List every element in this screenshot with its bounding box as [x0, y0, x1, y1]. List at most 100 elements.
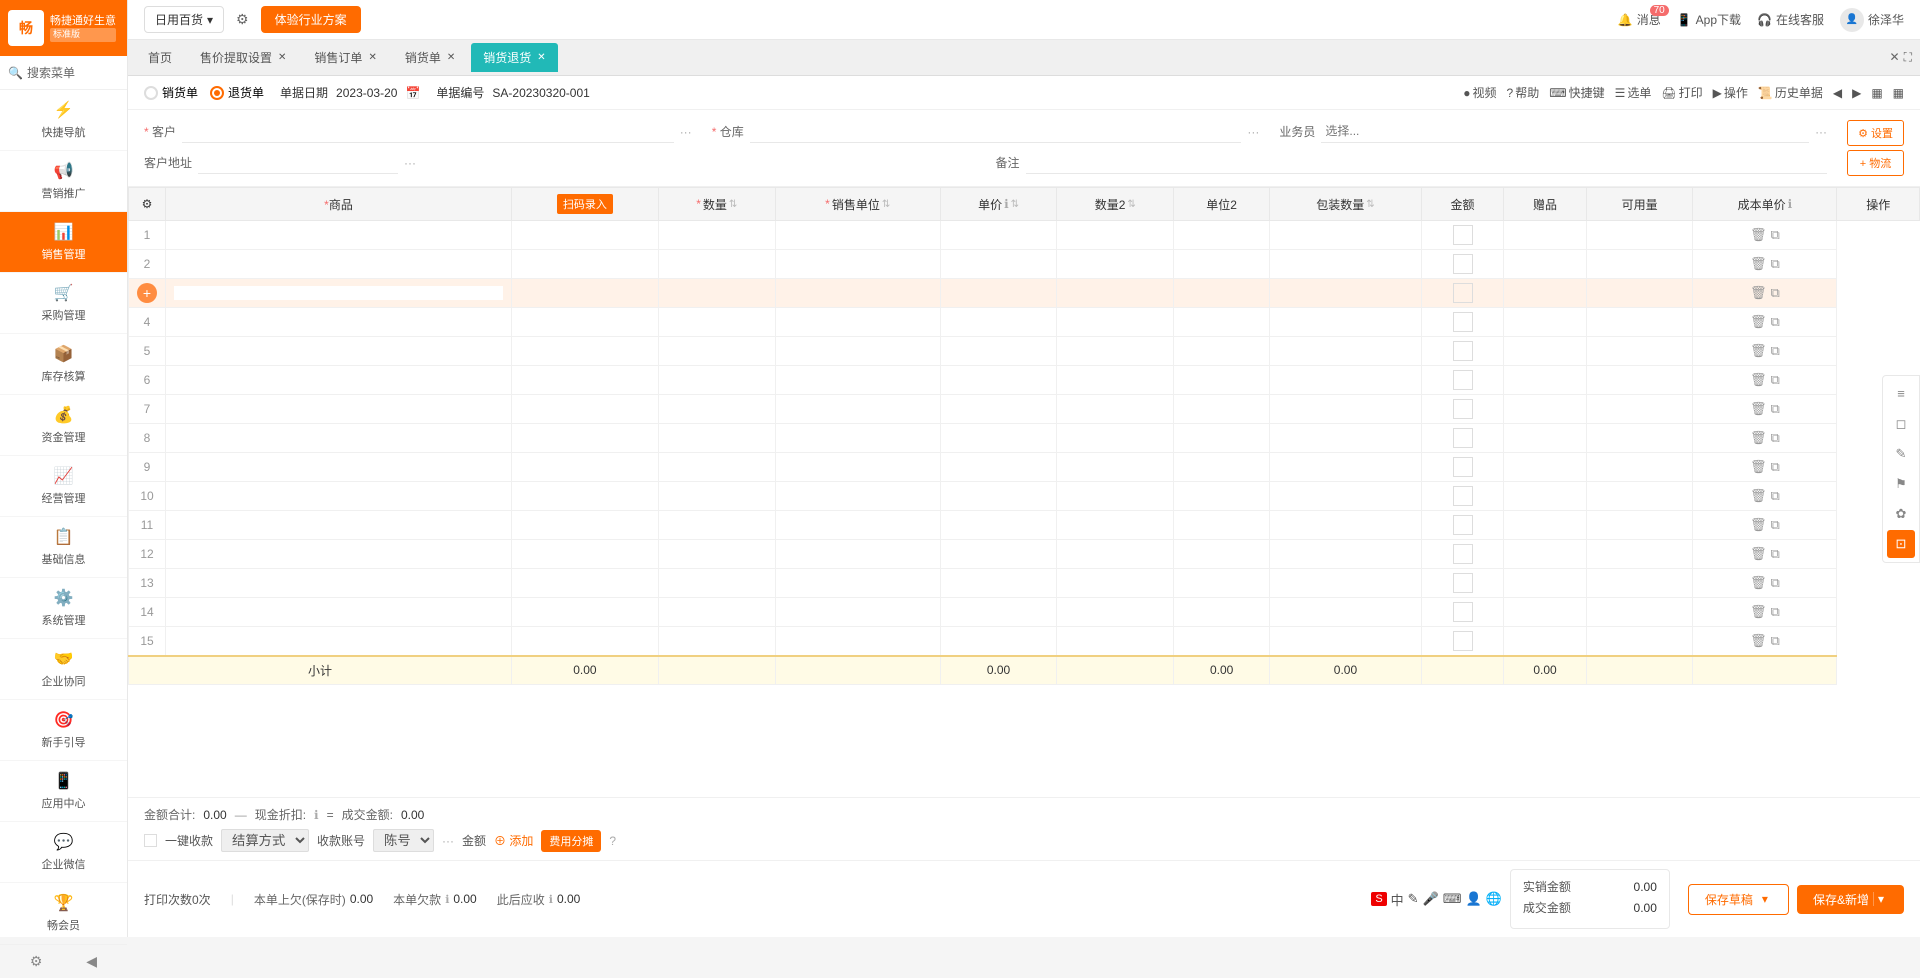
- amount-cell-13[interactable]: [1270, 569, 1422, 598]
- bottom-icon-4[interactable]: ⌨: [1443, 891, 1462, 907]
- unit2-cell-4[interactable]: [1057, 308, 1174, 337]
- product-input-14[interactable]: [174, 605, 503, 619]
- online-service-btn[interactable]: 🎧 在线客服: [1757, 11, 1824, 28]
- gift-check-14[interactable]: [1453, 602, 1473, 622]
- unit2-cell-3[interactable]: [1057, 279, 1174, 308]
- qty-cell-4[interactable]: [511, 308, 658, 337]
- gift-cell-15[interactable]: [1421, 627, 1504, 657]
- cash-discount-info[interactable]: ℹ: [314, 808, 319, 822]
- daily-select[interactable]: 日用百货 ▾: [144, 6, 224, 33]
- amount-cell-4[interactable]: [1270, 308, 1422, 337]
- amount-cell-6[interactable]: [1270, 366, 1422, 395]
- qty-cell-7[interactable]: [511, 395, 658, 424]
- delete-row-1[interactable]: 🗑: [1750, 227, 1767, 243]
- gift-cell-10[interactable]: [1421, 482, 1504, 511]
- qty-cell-15[interactable]: [511, 627, 658, 657]
- pkg-cell-5[interactable]: [1174, 337, 1270, 366]
- unit-price-cell-5[interactable]: [775, 337, 940, 366]
- price-sort-icon[interactable]: ⇅: [1011, 199, 1019, 210]
- video-link[interactable]: ● 视频: [1463, 84, 1496, 101]
- qty-cell-2[interactable]: [511, 250, 658, 279]
- product-cell-15[interactable]: [166, 627, 512, 657]
- product-cell-10[interactable]: [166, 482, 512, 511]
- tab-sales-order[interactable]: 销售订单✕: [302, 43, 388, 72]
- qty-cell-11[interactable]: [511, 511, 658, 540]
- unit-price-cell-6[interactable]: [775, 366, 940, 395]
- copy-row-14[interactable]: ⧉: [1771, 604, 1780, 620]
- copy-row-7[interactable]: ⧉: [1771, 401, 1780, 417]
- account-select[interactable]: 陈号: [373, 829, 434, 852]
- cost-cell-6[interactable]: [1586, 366, 1693, 395]
- qty2-cell-15[interactable]: [940, 627, 1057, 657]
- qty2-cell-2[interactable]: [940, 250, 1057, 279]
- pkg-cell-14[interactable]: [1174, 598, 1270, 627]
- app-download-btn[interactable]: 📱 App下载: [1677, 11, 1741, 28]
- unit-price-cell-15[interactable]: [775, 627, 940, 657]
- receivable-info-icon[interactable]: ℹ: [549, 893, 553, 906]
- one-click-payment-checkbox[interactable]: [144, 834, 157, 847]
- product-cell-14[interactable]: [166, 598, 512, 627]
- qty-cell-14[interactable]: [511, 598, 658, 627]
- tab-close-price-setting[interactable]: ✕: [278, 52, 286, 63]
- view-list-icon[interactable]: ▦: [1871, 86, 1882, 100]
- return-radio[interactable]: 退货单: [210, 84, 264, 101]
- unit-cell-4[interactable]: [658, 308, 775, 337]
- qty2-cell-6[interactable]: [940, 366, 1057, 395]
- amount-cell-14[interactable]: [1270, 598, 1422, 627]
- unit-cell-9[interactable]: [658, 453, 775, 482]
- copy-row-11[interactable]: ⧉: [1771, 517, 1780, 533]
- product-input-11[interactable]: [174, 518, 503, 532]
- cost-cell-1[interactable]: [1586, 221, 1693, 250]
- qty-cell-1[interactable]: [511, 221, 658, 250]
- rt-btn-rt-1[interactable]: ≡: [1887, 380, 1915, 408]
- gift-check-7[interactable]: [1453, 399, 1473, 419]
- copy-row-4[interactable]: ⧉: [1771, 314, 1780, 330]
- unit-price-cell-3[interactable]: [775, 279, 940, 308]
- product-input-13[interactable]: [174, 576, 503, 590]
- gift-check-8[interactable]: [1453, 428, 1473, 448]
- available-cell-9[interactable]: [1504, 453, 1587, 482]
- product-input-9[interactable]: [174, 460, 503, 474]
- product-input-5[interactable]: [174, 344, 503, 358]
- unit-cell-1[interactable]: [658, 221, 775, 250]
- expense-help-icon[interactable]: ?: [609, 834, 616, 848]
- save-new-btn[interactable]: 保存&新增 ▾: [1797, 885, 1904, 914]
- copy-row-10[interactable]: ⧉: [1771, 488, 1780, 504]
- delete-row-2[interactable]: 🗑: [1750, 256, 1767, 272]
- available-cell-7[interactable]: [1504, 395, 1587, 424]
- qty2-cell-11[interactable]: [940, 511, 1057, 540]
- delete-row-8[interactable]: 🗑: [1750, 430, 1767, 446]
- sidebar-item-guide[interactable]: 🎯新手引导: [0, 700, 127, 761]
- add-icon[interactable]: ⊕ 添加: [494, 832, 533, 849]
- gear-col-icon[interactable]: ⚙: [142, 197, 153, 211]
- nav-right-icon[interactable]: ▶: [1852, 86, 1861, 100]
- debt-info-icon[interactable]: ℹ: [445, 893, 449, 906]
- pkg-cell-1[interactable]: [1174, 221, 1270, 250]
- amount-cell-8[interactable]: [1270, 424, 1422, 453]
- delete-row-5[interactable]: 🗑: [1750, 343, 1767, 359]
- available-cell-2[interactable]: [1504, 250, 1587, 279]
- cost-cell-12[interactable]: [1586, 540, 1693, 569]
- product-cell-6[interactable]: [166, 366, 512, 395]
- copy-row-3[interactable]: ⧉: [1771, 285, 1780, 301]
- available-cell-1[interactable]: [1504, 221, 1587, 250]
- unit-price-cell-11[interactable]: [775, 511, 940, 540]
- unit-price-cell-1[interactable]: [775, 221, 940, 250]
- pkg-cell-12[interactable]: [1174, 540, 1270, 569]
- qty-sort-icon[interactable]: ⇅: [729, 199, 737, 210]
- draft-chevron-icon[interactable]: ▾: [1757, 892, 1772, 906]
- qty-cell-9[interactable]: [511, 453, 658, 482]
- copy-row-9[interactable]: ⧉: [1771, 459, 1780, 475]
- unit-price-cell-8[interactable]: [775, 424, 940, 453]
- unit2-cell-6[interactable]: [1057, 366, 1174, 395]
- unit-price-cell-4[interactable]: [775, 308, 940, 337]
- available-cell-3[interactable]: [1504, 279, 1587, 308]
- amount-cell-1[interactable]: [1270, 221, 1422, 250]
- available-cell-6[interactable]: [1504, 366, 1587, 395]
- amount-cell-9[interactable]: [1270, 453, 1422, 482]
- search-menu[interactable]: 🔍 搜索菜单: [0, 56, 127, 90]
- close-window-icon[interactable]: ✕: [1890, 50, 1900, 65]
- salesperson-dots[interactable]: ···: [1815, 125, 1827, 139]
- product-cell-8[interactable]: [166, 424, 512, 453]
- unit-price-cell-12[interactable]: [775, 540, 940, 569]
